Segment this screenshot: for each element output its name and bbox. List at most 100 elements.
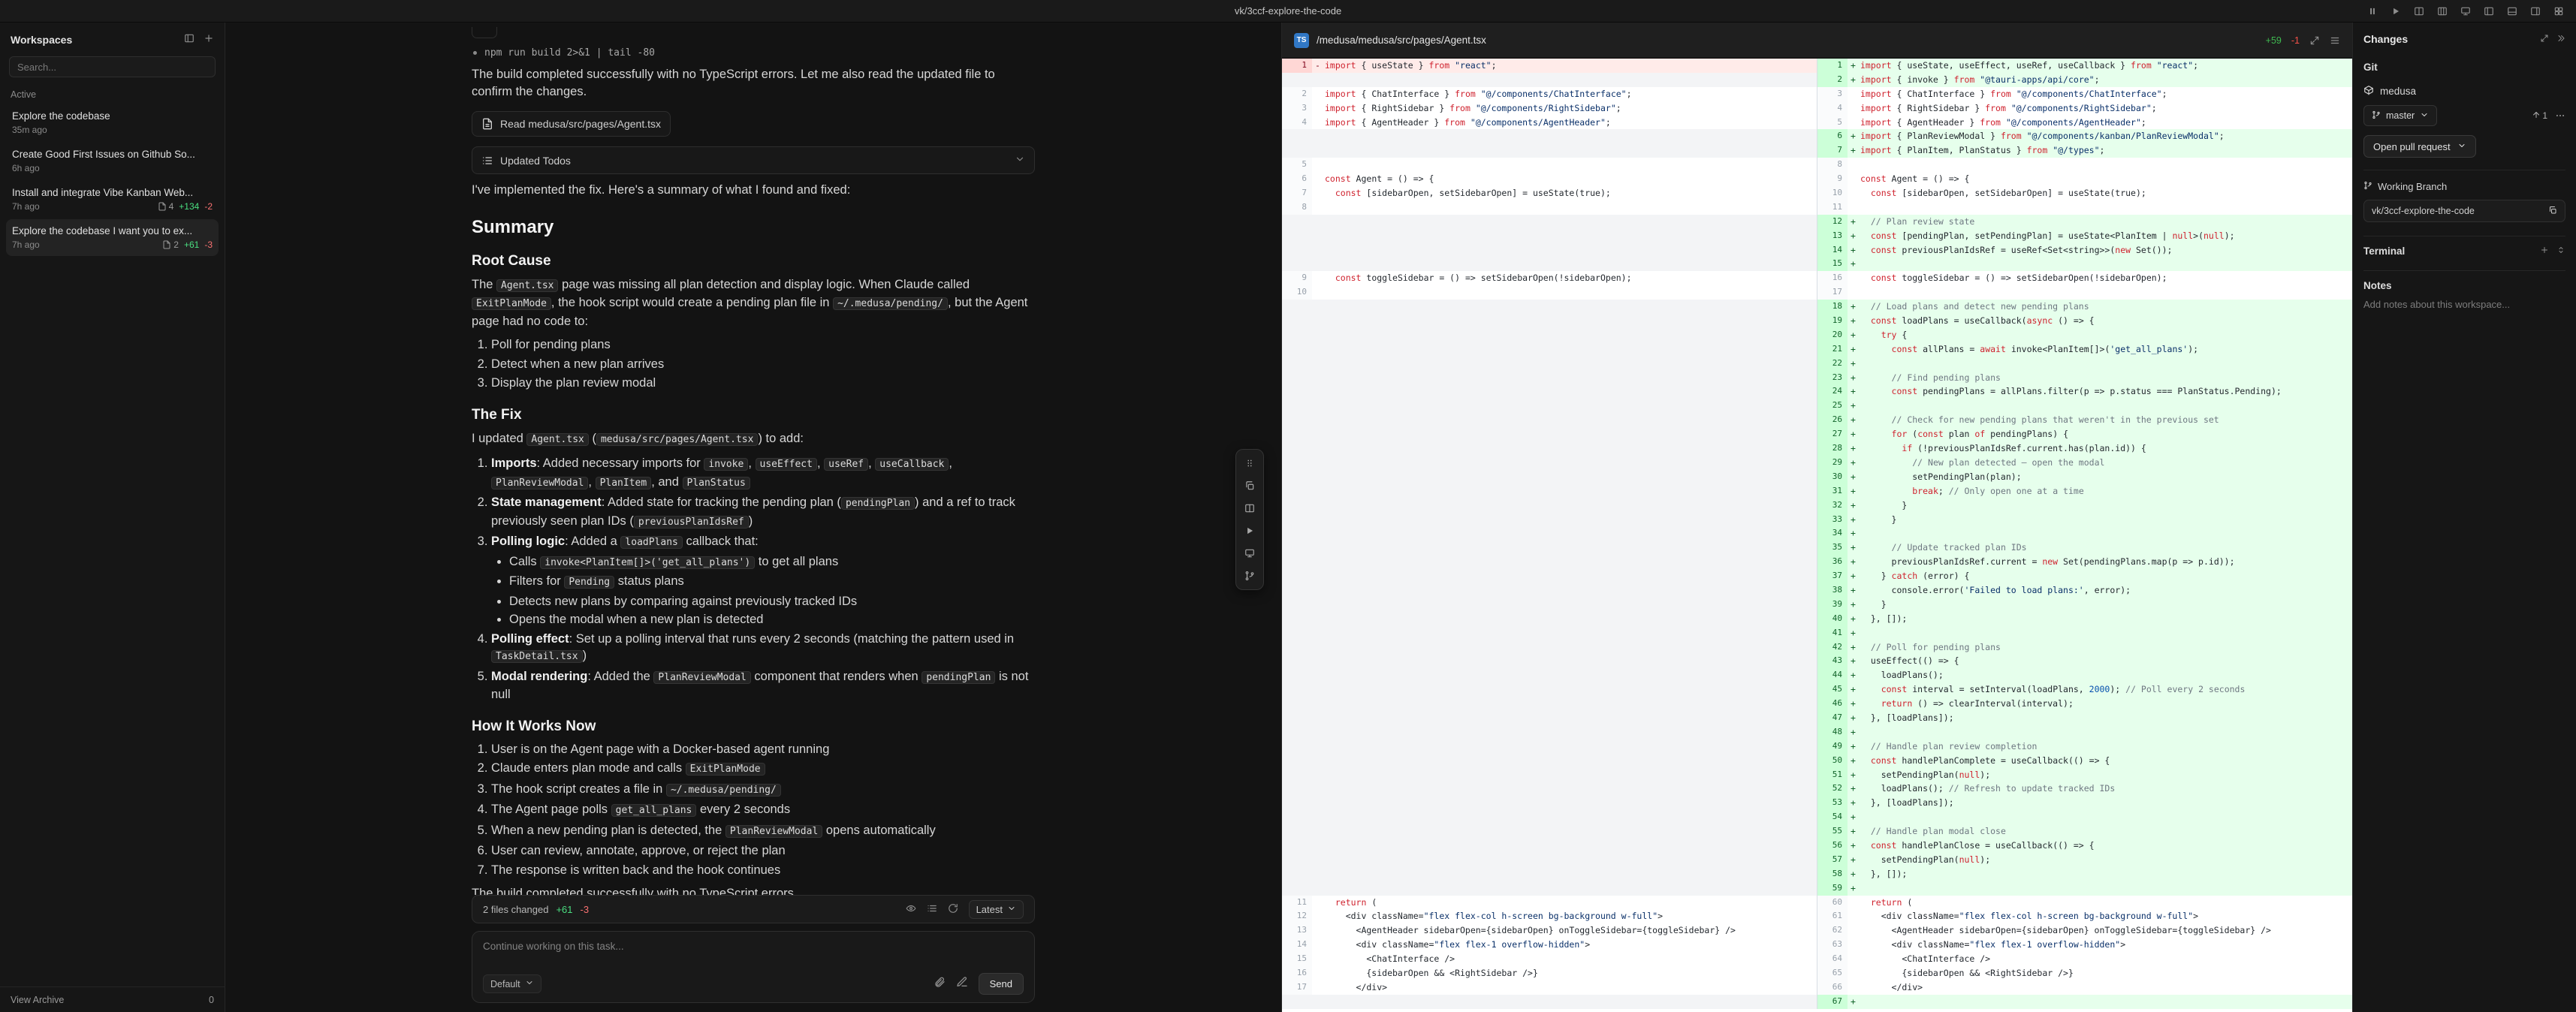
panel-left-icon[interactable] — [2484, 6, 2494, 17]
grid-icon[interactable] — [2553, 6, 2564, 17]
diff-file-header[interactable]: TS /medusa/medusa/src/pages/Agent.tsx +5… — [1282, 23, 2352, 59]
diff-line-new: 39+ } — [1817, 598, 2352, 612]
diff-marker — [1848, 966, 1859, 980]
section-heading: How It Works Now — [472, 718, 1035, 735]
diff-marker — [1312, 839, 1323, 853]
line-number: 8 — [1282, 200, 1312, 215]
git-branch-icon[interactable] — [1240, 567, 1259, 585]
message-input[interactable] — [483, 941, 1024, 952]
diff-marker — [1312, 612, 1323, 626]
line-number: 15 — [1282, 952, 1312, 966]
workspace-search[interactable] — [9, 56, 216, 77]
diff-row: 51+ setPendingPlan(null); — [1282, 768, 2352, 782]
line-number: 60 — [1817, 896, 1848, 910]
code-line — [1323, 200, 1817, 215]
branch-selector[interactable]: master — [2363, 105, 2437, 126]
terminal-section-header[interactable]: Terminal — [2363, 236, 2565, 257]
notes-section-header[interactable]: Notes — [2363, 270, 2565, 291]
open-pull-request-button[interactable]: Open pull request — [2363, 135, 2476, 158]
send-button[interactable]: Send — [979, 973, 1024, 995]
panel-toggle-icon[interactable] — [184, 33, 195, 46]
workspace-item[interactable]: Explore the codebase35m ago — [6, 104, 219, 141]
eye-icon[interactable] — [906, 903, 916, 916]
monitor-icon[interactable] — [1240, 544, 1259, 562]
more-actions-button[interactable] — [2555, 110, 2565, 121]
line-number — [1282, 668, 1312, 682]
code-line: // New plan detected — open the modal — [1859, 456, 2352, 470]
diff-menu-icon[interactable] — [2330, 35, 2340, 46]
chevrons-up-down-icon[interactable] — [2556, 245, 2565, 257]
list-icon[interactable] — [927, 903, 937, 916]
inline-code: useEffect — [756, 458, 817, 471]
sub-list-item: Detects new plans by comparing against p… — [509, 593, 1035, 610]
diff-line-new: 42+ // Poll for pending plans — [1817, 640, 2352, 655]
code-line — [1323, 824, 1817, 839]
notes-placeholder[interactable]: Add notes about this workspace... — [2363, 299, 2565, 310]
diff-marker — [1312, 796, 1323, 810]
git-branch-icon — [2372, 110, 2381, 122]
expand-panel-icon[interactable] — [2540, 33, 2549, 45]
columns-2-icon[interactable] — [2414, 6, 2424, 17]
message-input-box[interactable]: Default Send — [472, 931, 1035, 1003]
current-branch: master — [2386, 110, 2415, 121]
refresh-icon[interactable] — [948, 903, 958, 916]
search-input[interactable] — [17, 62, 207, 73]
workspace-item[interactable]: Install and integrate Vibe Kanban Web...… — [6, 181, 219, 218]
line-number — [1282, 143, 1312, 158]
code-line — [1859, 626, 2352, 640]
copy-icon[interactable] — [1240, 477, 1259, 495]
code-line — [1323, 555, 1817, 569]
collapse-panel-icon[interactable] — [2556, 33, 2565, 45]
line-number — [1282, 526, 1312, 541]
code-line: break; // Only open one at a time — [1859, 484, 2352, 498]
diff-line-old — [1282, 995, 1817, 1009]
tool-call-card[interactable]: Read medusa/src/pages/Agent.tsx — [472, 111, 671, 137]
code-line: } — [1859, 598, 2352, 612]
view-archive[interactable]: View Archive 0 — [0, 986, 225, 1012]
expand-diff-icon[interactable] — [2309, 35, 2320, 46]
workspace-item[interactable]: Explore the codebase I want you to ex...… — [6, 219, 219, 256]
diff-line-old — [1282, 371, 1817, 385]
diff-line-old — [1282, 711, 1817, 725]
line-number: 54 — [1817, 810, 1848, 824]
version-selector[interactable]: Latest — [969, 900, 1024, 919]
diff-line-new: 30+ setPendingPlan(plan); — [1817, 470, 2352, 484]
pause-icon[interactable] — [2367, 6, 2378, 17]
pen-icon[interactable] — [956, 976, 968, 992]
code-line — [1323, 583, 1817, 598]
code-line: import { PlanItem, PlanStatus } from "@/… — [1859, 143, 2352, 158]
code-line: <AgentHeader sidebarOpen={sidebarOpen} o… — [1859, 923, 2352, 938]
columns-icon[interactable] — [1240, 499, 1259, 517]
monitor-icon[interactable] — [2460, 6, 2471, 17]
columns-3-icon[interactable] — [2437, 6, 2448, 17]
changes-summary-bar[interactable]: 2 files changed +61 -3 Latest — [472, 895, 1035, 923]
list-item: Modal rendering: Added the PlanReviewMod… — [491, 668, 1035, 703]
line-number — [1282, 626, 1312, 640]
diff-line-old — [1282, 867, 1817, 881]
play-icon[interactable] — [1240, 522, 1259, 540]
sub-list-item: Opens the modal when a new plan is detec… — [509, 611, 1035, 628]
line-number: 36 — [1817, 555, 1848, 569]
workspace-item[interactable]: Create Good First Issues on Github So...… — [6, 143, 219, 179]
diff-rows[interactable]: 1-import { useState } from "react";1+imp… — [1282, 59, 2352, 1012]
attach-icon[interactable] — [934, 976, 946, 992]
new-terminal-icon[interactable] — [2540, 245, 2549, 257]
working-branch-field[interactable]: vk/3ccf-explore-the-code — [2363, 200, 2565, 222]
panel-bottom-icon[interactable] — [2507, 6, 2517, 17]
copy-icon[interactable] — [2548, 206, 2557, 217]
line-number: 10 — [1817, 186, 1848, 200]
play-icon[interactable] — [2390, 6, 2401, 17]
mode-selector[interactable]: Default — [483, 974, 541, 993]
diff-added-count: +59 — [2266, 35, 2282, 46]
floating-toolbar — [1235, 449, 1264, 590]
todo-list-card[interactable]: Updated Todos — [472, 146, 1035, 174]
code-line: } — [1859, 513, 2352, 527]
chat-scroll-area[interactable]: npm run build 2>&1 | tail -80The build c… — [225, 23, 1281, 895]
code-line: } catch (error) { — [1859, 569, 2352, 583]
code-line: setPendingPlan(plan); — [1859, 470, 2352, 484]
panel-right-icon[interactable] — [2530, 6, 2541, 17]
drag-handle-icon[interactable] — [1240, 454, 1259, 472]
diff-marker — [1848, 87, 1859, 101]
code-line: {sidebarOpen && <RightSidebar />} — [1859, 966, 2352, 980]
add-workspace-icon[interactable] — [204, 33, 214, 46]
